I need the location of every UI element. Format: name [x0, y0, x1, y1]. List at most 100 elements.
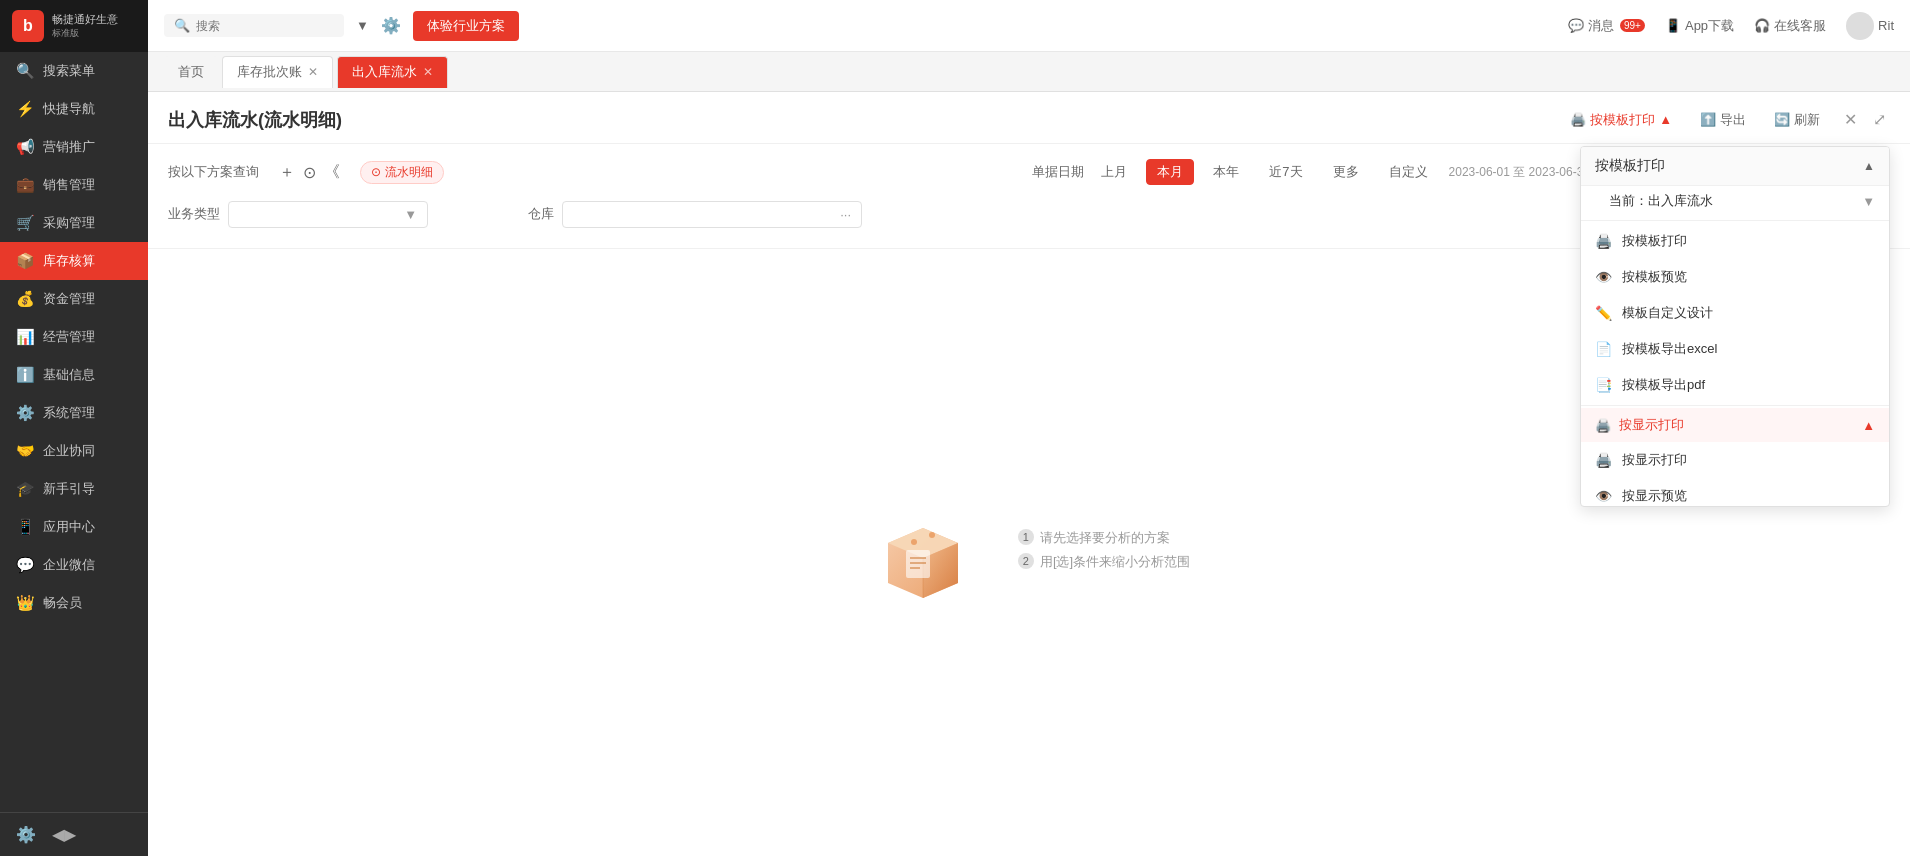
industry-btn[interactable]: 体验行业方案 [413, 11, 519, 41]
tip-num-2: 2 [1018, 553, 1034, 569]
phone-icon: 📱 [1665, 18, 1681, 33]
date-btn-last7[interactable]: 近7天 [1258, 159, 1313, 185]
warehouse-more-icon: ··· [840, 207, 851, 222]
sidebar-item-cooperation[interactable]: 🤝企业协同 [0, 432, 148, 470]
main-area: 🔍 ▼ ⚙️ 体验行业方案 💬 消息 99+ 📱 App下载 🎧 在线客服 Ri [148, 0, 1910, 856]
sidebar-item-sales[interactable]: 💼销售管理 [0, 166, 148, 204]
sidebar-item-wechat[interactable]: 💬企业微信 [0, 546, 148, 584]
warehouse-group: 仓库 ··· [528, 201, 1631, 228]
sidebar-icon-cooperation: 🤝 [16, 442, 35, 460]
sidebar-collapse-icon[interactable]: ◀▶ [52, 825, 76, 844]
filter-tag[interactable]: ⊙ 流水明细 [360, 161, 444, 184]
filter-settings-icon[interactable]: ⊙ [303, 163, 316, 182]
tip-item-1: 1 请先选择要分析的方案 [1018, 529, 1190, 547]
app-download-btn[interactable]: 📱 App下载 [1665, 17, 1734, 35]
dp-title: 按模板打印 [1595, 157, 1665, 175]
dp-highlighted-section[interactable]: 🖨️ 按显示打印 ▲ [1581, 408, 1889, 442]
online-service-btn[interactable]: 🎧 在线客服 [1754, 17, 1826, 35]
sidebar-label-finance: 资金管理 [43, 290, 95, 308]
sidebar-item-guide[interactable]: 🎓新手引导 [0, 470, 148, 508]
date-btn-custom[interactable]: 自定义 [1378, 159, 1439, 185]
sidebar-icon-operation: 📊 [16, 328, 35, 346]
sidebar-item-operation[interactable]: 📊 经营管理 [0, 318, 148, 356]
sidebar-bottom: ⚙️ ◀▶ [0, 812, 148, 856]
empty-tips: 1 请先选择要分析的方案 2 用[选]条件来缩小分析范围 [1018, 529, 1190, 577]
dp-item-template-print[interactable]: 🖨️ 按模板打印 [1581, 223, 1889, 259]
notification-btn[interactable]: 💬 消息 99+ [1568, 17, 1645, 35]
sidebar-label-system: 系统管理 [43, 404, 95, 422]
app-logo: b 畅捷通好生意 标准版 [0, 0, 148, 52]
tab-close-batch[interactable]: ✕ [308, 65, 318, 79]
filter-collapse-icon[interactable]: 《 [324, 162, 340, 183]
user-avatar[interactable]: Rit [1846, 12, 1894, 40]
tab-home[interactable]: 首页 [164, 56, 218, 88]
dp-item-template-preview[interactable]: 👁️ 按模板预览 [1581, 259, 1889, 295]
dp-item-template-custom[interactable]: ✏️ 模板自定义设计 [1581, 295, 1889, 331]
tab-flow[interactable]: 出入库流水 ✕ [337, 56, 448, 88]
sidebar-item-basic[interactable]: ℹ️基础信息 [0, 356, 148, 394]
logo-text: 畅捷通好生意 [52, 12, 118, 27]
date-btn-more[interactable]: 更多 [1322, 159, 1370, 185]
dp-item-display-preview[interactable]: 👁️ 按显示预览 [1581, 478, 1889, 506]
date-btn-this_month[interactable]: 本月 [1146, 159, 1194, 185]
sidebar-label-purchase: 采购管理 [43, 214, 95, 232]
dp-item-display-print[interactable]: 🖨️ 按显示打印 [1581, 442, 1889, 478]
dp-chevron-up[interactable]: ▲ [1863, 159, 1875, 173]
dp-highlighted-arrow: ▲ [1862, 418, 1875, 433]
refresh-icon: 🔄 [1774, 112, 1790, 127]
dp-item-template-excel[interactable]: 📄 按模板导出excel [1581, 331, 1889, 367]
tab-label-home: 首页 [178, 63, 204, 81]
sidebar-settings-icon[interactable]: ⚙️ [16, 825, 36, 844]
search-box[interactable]: 🔍 [164, 14, 344, 37]
tip-item-2: 2 用[选]条件来缩小分析范围 [1018, 553, 1190, 571]
dp-template-print-label: 按模板打印 [1622, 232, 1875, 250]
sidebar-item-marketing[interactable]: 📢营销推广 [0, 128, 148, 166]
tab-close-flow[interactable]: ✕ [423, 65, 433, 79]
window-controls: ✕ ⤢ [1840, 106, 1890, 133]
svg-point-9 [929, 532, 935, 538]
sidebar-item-purchase[interactable]: 🛒采购管理 [0, 204, 148, 242]
sidebar-icon-inventory: 📦 [16, 252, 35, 270]
notification-label: 消息 [1588, 17, 1614, 35]
dp-divider-1 [1581, 220, 1889, 221]
date-btn-this_year[interactable]: 本年 [1202, 159, 1250, 185]
export-btn[interactable]: ⬆️ 导出 [1692, 107, 1754, 133]
dp-template-pdf-label: 按模板导出pdf [1622, 376, 1875, 394]
business-type-select[interactable]: ▼ [228, 201, 428, 228]
sidebar-label-guide: 新手引导 [43, 480, 95, 498]
notification-badge: 99+ [1620, 19, 1645, 32]
sidebar-label-sales: 销售管理 [43, 176, 95, 194]
sidebar-item-inventory[interactable]: 📦 库存核算 [0, 242, 148, 280]
dp-item-template-pdf[interactable]: 📑 按模板导出pdf [1581, 367, 1889, 403]
sidebar-item-member[interactable]: 👑畅会员 [0, 584, 148, 622]
svg-point-8 [911, 539, 917, 545]
sidebar-item-appcenter[interactable]: 📱应用中心 [0, 508, 148, 546]
sidebar-item-quicknav[interactable]: ⚡快捷导航 [0, 90, 148, 128]
filter-add-icon[interactable]: ＋ [279, 162, 295, 183]
warehouse-select[interactable]: ··· [562, 201, 862, 228]
topbar-gear-icon[interactable]: ⚙️ [381, 16, 401, 35]
maximize-btn[interactable]: ⤢ [1869, 106, 1890, 133]
tab-batch[interactable]: 库存批次账 ✕ [222, 56, 333, 88]
date-btn-last_month[interactable]: 上月 [1090, 159, 1138, 185]
template-print-btn[interactable]: 🖨️ 按模板打印 ▲ [1562, 107, 1680, 133]
user-name: Rit [1878, 18, 1894, 33]
logo-icon: b [12, 10, 44, 42]
tip-text-2: 用[选]条件来缩小分析范围 [1040, 553, 1190, 571]
close-btn[interactable]: ✕ [1840, 106, 1861, 133]
sidebar-label-inventory: 库存核算 [43, 252, 95, 270]
sidebar-item-finance[interactable]: 💰资金管理 [0, 280, 148, 318]
sidebar-label-operation: 经营管理 [43, 328, 95, 346]
search-dropdown[interactable]: ▼ [356, 18, 369, 33]
sidebar-item-system[interactable]: ⚙️系统管理 [0, 394, 148, 432]
search-input[interactable] [196, 19, 316, 33]
refresh-btn[interactable]: 🔄 刷新 [1766, 107, 1828, 133]
svg-rect-4 [906, 550, 930, 578]
tab-label-flow: 出入库流水 [352, 63, 417, 81]
dp-current[interactable]: 当前：出入库流水 ▼ [1581, 186, 1889, 218]
sidebar-label-quicknav: 快捷导航 [43, 100, 95, 118]
sidebar-item-search[interactable]: 🔍搜索菜单 [0, 52, 148, 90]
dp-pdf-icon-1: 📑 [1595, 377, 1612, 393]
dp-current-label: 当前：出入库流水 [1609, 192, 1713, 210]
tab-label-batch: 库存批次账 [237, 63, 302, 81]
